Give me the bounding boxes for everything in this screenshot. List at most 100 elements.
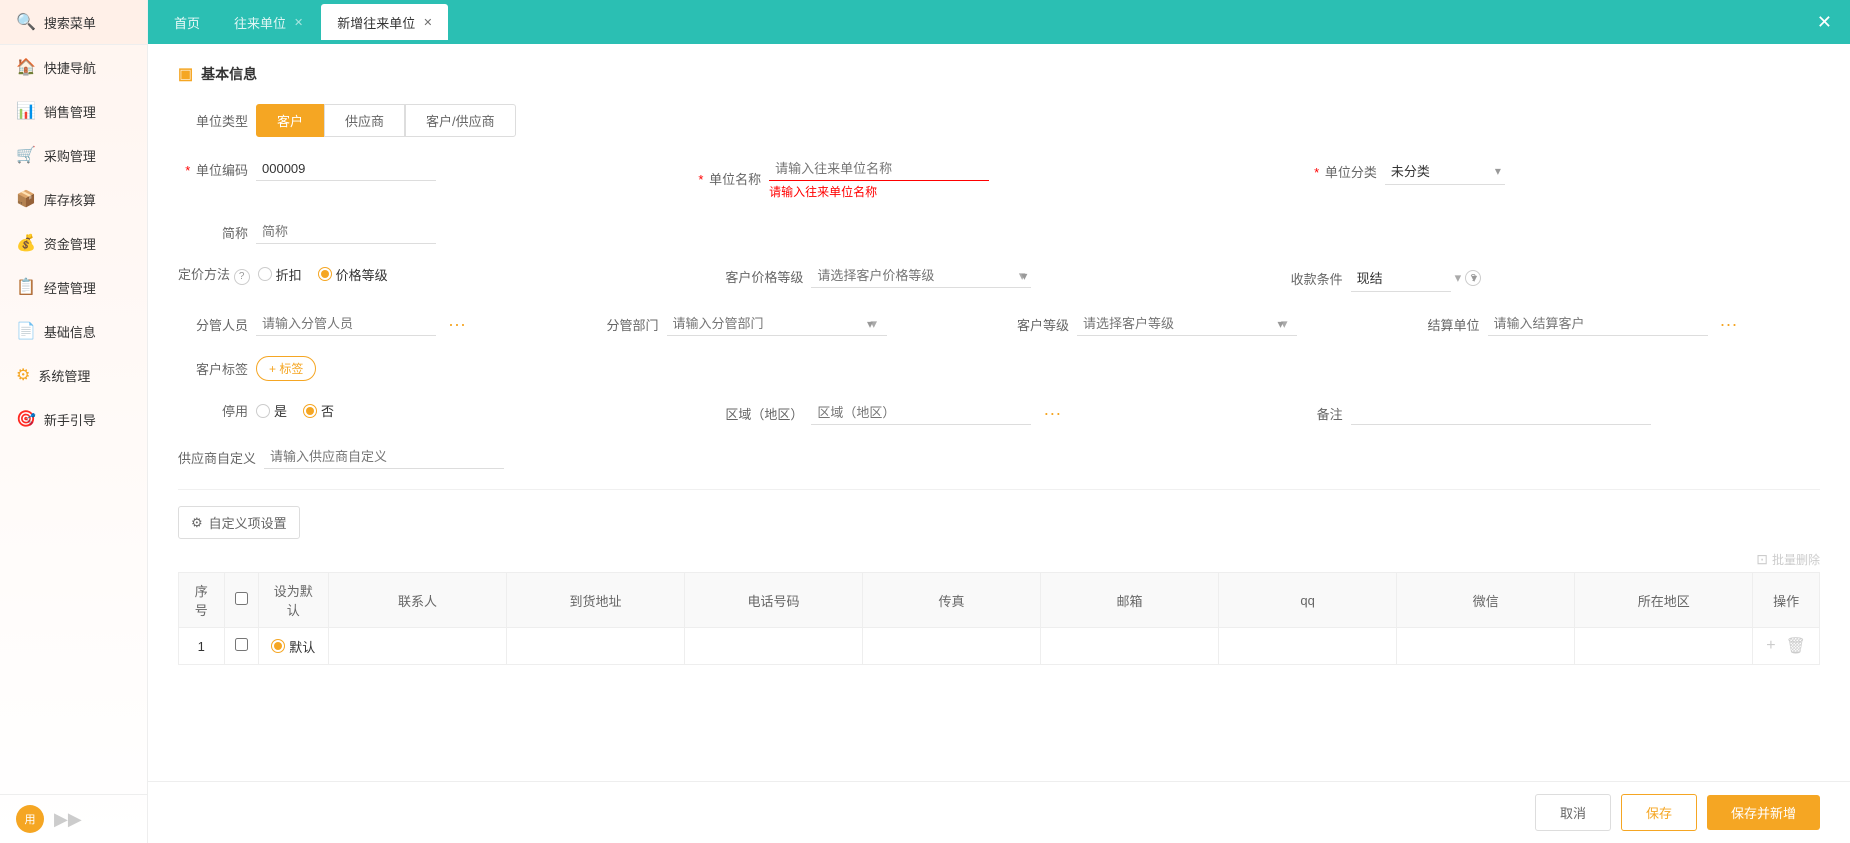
customer-tags-label: 客户标签	[178, 359, 248, 378]
row-action: + 🗑	[1753, 628, 1820, 665]
unit-code-input[interactable]	[256, 157, 436, 181]
email-input[interactable]	[1051, 639, 1208, 654]
area-input[interactable]	[1585, 639, 1742, 654]
tab-partners-close[interactable]: ✕	[294, 16, 303, 29]
region-dots-btn[interactable]: ···	[1039, 404, 1065, 422]
wechat-input[interactable]	[1407, 639, 1564, 654]
sidebar-item-quick-nav[interactable]: 🏠 快捷导航	[0, 45, 147, 89]
col-phone: 电话号码	[685, 573, 863, 628]
form-content: ▣ 基本信息 单位类型 客户 供应商 客户/供应商 * 单位编码	[148, 44, 1850, 781]
add-row-button[interactable]: +	[1763, 637, 1778, 655]
cancel-button[interactable]: 取消	[1535, 794, 1611, 831]
short-name-input[interactable]	[256, 220, 436, 244]
required-star3: *	[1314, 165, 1319, 180]
phone-input[interactable]	[695, 639, 852, 654]
disabled-row: 停用 是 否 区域（地区） ···	[178, 401, 1820, 425]
disabled-field: 停用 是 否	[178, 401, 725, 420]
sidebar-item-purchase[interactable]: 🛒 采购管理	[0, 133, 147, 177]
customer-price-level-select-wrapper: ▾	[811, 264, 1031, 288]
settlement-unit-label: 结算单位	[1410, 315, 1480, 334]
sidebar-item-basic-info[interactable]: 📄 基础信息	[0, 309, 147, 353]
unit-type-group: 客户 供应商 客户/供应商	[256, 104, 516, 137]
department-field: 分管部门 ▾	[589, 312, 1000, 336]
required-star: *	[185, 163, 190, 178]
pricing-discount-circle	[258, 267, 272, 281]
payment-help-icon[interactable]: ?	[1465, 270, 1481, 286]
doc-icon: 📄	[16, 321, 36, 341]
payment-terms-value[interactable]: 现结	[1351, 264, 1451, 292]
sidebar-item-system[interactable]: ⚙ 系统管理	[0, 353, 147, 397]
sidebar-item-inventory[interactable]: 📦 库存核算	[0, 177, 147, 221]
col-address: 到货地址	[507, 573, 685, 628]
sidebar-item-label: 基础信息	[44, 322, 96, 341]
unit-type-row: 单位类型 客户 供应商 客户/供应商	[178, 104, 1820, 137]
sidebar-item-guide[interactable]: 🎯 新手引导	[0, 397, 147, 441]
section-header: ▣ 基本信息	[178, 64, 1820, 84]
pricing-discount-radio[interactable]: 折扣	[258, 265, 302, 284]
unit-type-customer-btn[interactable]: 客户	[256, 104, 324, 137]
customer-level-input[interactable]	[1077, 312, 1297, 336]
pricing-help-icon[interactable]: ?	[234, 269, 250, 285]
department-input[interactable]	[667, 312, 887, 336]
tab-home[interactable]: 首页	[158, 7, 216, 38]
unit-category-value[interactable]: 未分类	[1385, 157, 1505, 185]
manager-input[interactable]	[256, 312, 436, 336]
customer-price-level-input[interactable]	[811, 264, 1031, 288]
unit-type-supplier-btn[interactable]: 供应商	[324, 104, 405, 137]
chart-icon: 📊	[16, 101, 36, 121]
gear-icon: ⚙	[16, 365, 30, 385]
row-select-checkbox[interactable]	[235, 638, 248, 651]
payment-terms-label: 收款条件	[1273, 269, 1343, 288]
custom-settings-button[interactable]: ⚙ 自定义项设置	[178, 506, 300, 539]
settlement-unit-dots-btn[interactable]: ···	[1716, 315, 1742, 333]
sidebar-item-label: 经营管理	[44, 278, 96, 297]
tab-new-partner-close[interactable]: ✕	[423, 16, 432, 29]
delete-row-button[interactable]: 🗑	[1783, 636, 1809, 656]
save-button[interactable]: 保存	[1621, 794, 1697, 831]
sidebar-item-operations[interactable]: 📋 经营管理	[0, 265, 147, 309]
tab-new-partner[interactable]: 新增往来单位 ✕	[321, 4, 448, 40]
sidebar-item-label: 销售管理	[44, 102, 96, 121]
sidebar-item-finance[interactable]: 💰 资金管理	[0, 221, 147, 265]
batch-delete-area: ⊡ 批量删除	[178, 551, 1820, 568]
remark-input[interactable]	[1351, 401, 1651, 425]
divider	[178, 489, 1820, 490]
row-default-radio[interactable]	[271, 639, 285, 653]
sidebar-item-sales[interactable]: 📊 销售管理	[0, 89, 147, 133]
pricing-level-radio[interactable]: 价格等级	[318, 265, 388, 284]
manager-dots-btn[interactable]: ···	[444, 315, 470, 333]
qq-input[interactable]	[1229, 639, 1386, 654]
disabled-yes-radio[interactable]: 是	[256, 401, 287, 420]
select-all-checkbox[interactable]	[235, 592, 248, 605]
unit-type-both-btn[interactable]: 客户/供应商	[405, 104, 516, 137]
disabled-yes-circle	[256, 404, 270, 418]
contact-input[interactable]	[339, 639, 496, 654]
expand-icon: ▶▶	[54, 809, 82, 830]
row-checkbox	[224, 628, 258, 665]
row-email	[1041, 628, 1219, 665]
tabbar-close-button[interactable]: ✕	[1809, 12, 1840, 33]
payment-terms-field: 收款条件 现结 ▾ ?	[1273, 264, 1820, 292]
disabled-no-radio[interactable]: 否	[303, 401, 334, 420]
address-input[interactable]	[517, 639, 674, 654]
supplier-custom-input[interactable]	[264, 445, 504, 469]
clipboard-icon: 📋	[16, 277, 36, 297]
batch-delete-label[interactable]: 批量删除	[1772, 551, 1820, 568]
unit-name-field: * 单位名称 请输入往来单位名称	[691, 157, 1307, 200]
required-star2: *	[698, 172, 703, 187]
settlement-unit-field: 结算单位 ···	[1410, 312, 1821, 336]
remark-field: 备注	[1273, 401, 1820, 425]
settings-gear-icon: ⚙	[191, 515, 203, 531]
sidebar-item-label: 快捷导航	[44, 58, 96, 77]
settlement-unit-input[interactable]	[1488, 312, 1708, 336]
row-contact	[329, 628, 507, 665]
region-input[interactable]	[811, 401, 1031, 425]
save-and-new-button[interactable]: 保存并新增	[1707, 795, 1820, 830]
fax-input[interactable]	[873, 639, 1030, 654]
unit-name-input[interactable]	[769, 157, 989, 181]
pricing-method-label: 定价方法 ?	[178, 264, 250, 285]
guide-icon: 🎯	[16, 409, 36, 429]
add-tag-button[interactable]: + 标签	[256, 356, 316, 381]
sidebar-item-search[interactable]: 🔍 搜索菜单	[0, 0, 147, 45]
tab-partners[interactable]: 往来单位 ✕	[218, 4, 319, 40]
